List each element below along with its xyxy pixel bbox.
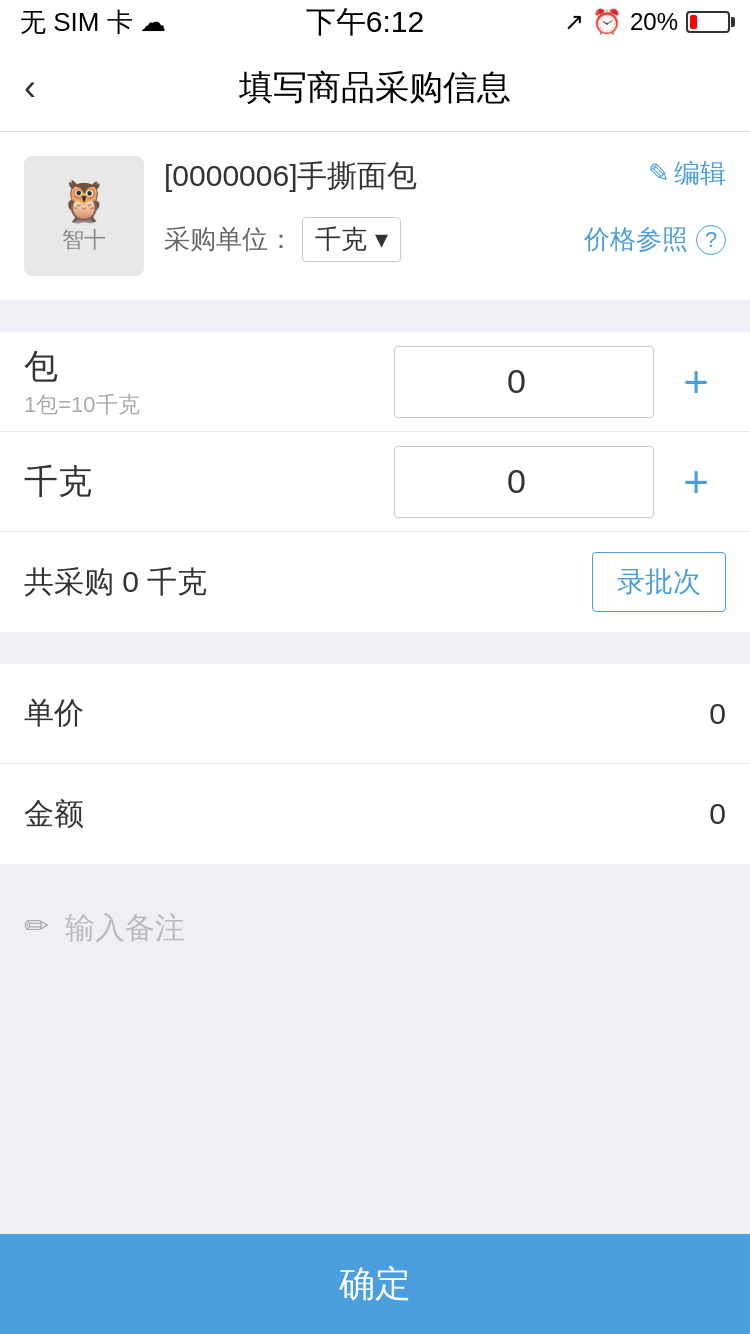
product-info: [0000006]手撕面包 ✎ 编辑 采购单位： 千克 ▾ 价格参照 ? <box>164 156 726 262</box>
bag-unit-hint: 1包=10千克 <box>24 390 144 420</box>
section-divider-1 <box>0 316 750 332</box>
edit-label: 编辑 <box>674 156 726 191</box>
amount-label: 金额 <box>24 794 84 835</box>
product-image-icon: 🦉 <box>59 178 109 225</box>
pencil-icon: ✏ <box>24 908 49 943</box>
total-text: 共采购 0 千克 <box>24 562 207 603</box>
product-name: [0000006]手撕面包 <box>164 156 417 197</box>
product-thumbnail: 🦉 智十 <box>24 156 144 276</box>
kg-label-group: 千克 <box>24 459 144 505</box>
kg-input-row: 千克 + <box>0 432 750 532</box>
location-icon: ↗ <box>564 8 584 36</box>
kg-input-wrap: + <box>144 446 726 518</box>
unit-price-value: 0 <box>709 697 726 731</box>
input-section: 包 1包=10千克 + 千克 + <box>0 332 750 532</box>
battery-percent: 20% <box>630 8 678 36</box>
kg-quantity-input[interactable] <box>394 446 654 518</box>
section-divider-2 <box>0 632 750 648</box>
bag-plus-button[interactable]: + <box>666 352 726 412</box>
total-row: 共采购 0 千克 录批次 <box>0 532 750 632</box>
product-brand-text: 智十 <box>62 225 106 255</box>
dropdown-arrow-icon: ▾ <box>375 224 388 255</box>
kg-plus-button[interactable]: + <box>666 452 726 512</box>
sim-label: 无 SIM 卡 ☁ <box>20 5 166 40</box>
bag-unit-name: 包 <box>24 344 144 390</box>
status-right: ↗ ⏰ 20% <box>564 8 730 36</box>
page-title: 填写商品采购信息 <box>239 65 511 111</box>
battery-icon <box>686 11 730 33</box>
price-ref-label: 价格参照 <box>584 222 688 257</box>
kg-unit-name: 千克 <box>24 459 144 505</box>
bag-input-row: 包 1包=10千克 + <box>0 332 750 432</box>
bag-input-wrap: + <box>144 346 726 418</box>
alarm-icon: ⏰ <box>592 8 622 36</box>
price-reference-button[interactable]: 价格参照 ? <box>584 222 726 257</box>
bag-label-group: 包 1包=10千克 <box>24 344 144 420</box>
product-unit-row: 采购单位： 千克 ▾ 价格参照 ? <box>164 217 726 262</box>
nav-bar: ‹ 填写商品采购信息 <box>0 44 750 132</box>
back-button[interactable]: ‹ <box>24 67 36 109</box>
batch-record-button[interactable]: 录批次 <box>592 552 726 612</box>
product-section: 🦉 智十 [0000006]手撕面包 ✎ 编辑 采购单位： 千克 ▾ 价格参照 … <box>0 132 750 300</box>
price-section: 单价 0 金额 0 <box>0 664 750 864</box>
unit-label: 采购单位： <box>164 222 294 257</box>
unit-select-dropdown[interactable]: 千克 ▾ <box>302 217 401 262</box>
unit-price-row: 单价 0 <box>0 664 750 764</box>
edit-icon: ✎ <box>648 158 670 189</box>
edit-button[interactable]: ✎ 编辑 <box>648 156 726 191</box>
status-bar: 无 SIM 卡 ☁ 下午6:12 ↗ ⏰ 20% <box>0 0 750 44</box>
amount-value: 0 <box>709 797 726 831</box>
unit-value: 千克 <box>315 222 367 257</box>
product-header: [0000006]手撕面包 ✎ 编辑 <box>164 156 726 197</box>
bag-quantity-input[interactable] <box>394 346 654 418</box>
notes-placeholder: 输入备注 <box>65 908 185 949</box>
status-left: 无 SIM 卡 ☁ <box>20 5 166 40</box>
unit-price-label: 单价 <box>24 693 84 734</box>
help-icon: ? <box>696 225 726 255</box>
status-time: 下午6:12 <box>306 2 424 43</box>
notes-section[interactable]: ✏ 输入备注 <box>0 880 750 1220</box>
amount-row: 金额 0 <box>0 764 750 864</box>
confirm-button[interactable]: 确定 <box>0 1234 750 1334</box>
